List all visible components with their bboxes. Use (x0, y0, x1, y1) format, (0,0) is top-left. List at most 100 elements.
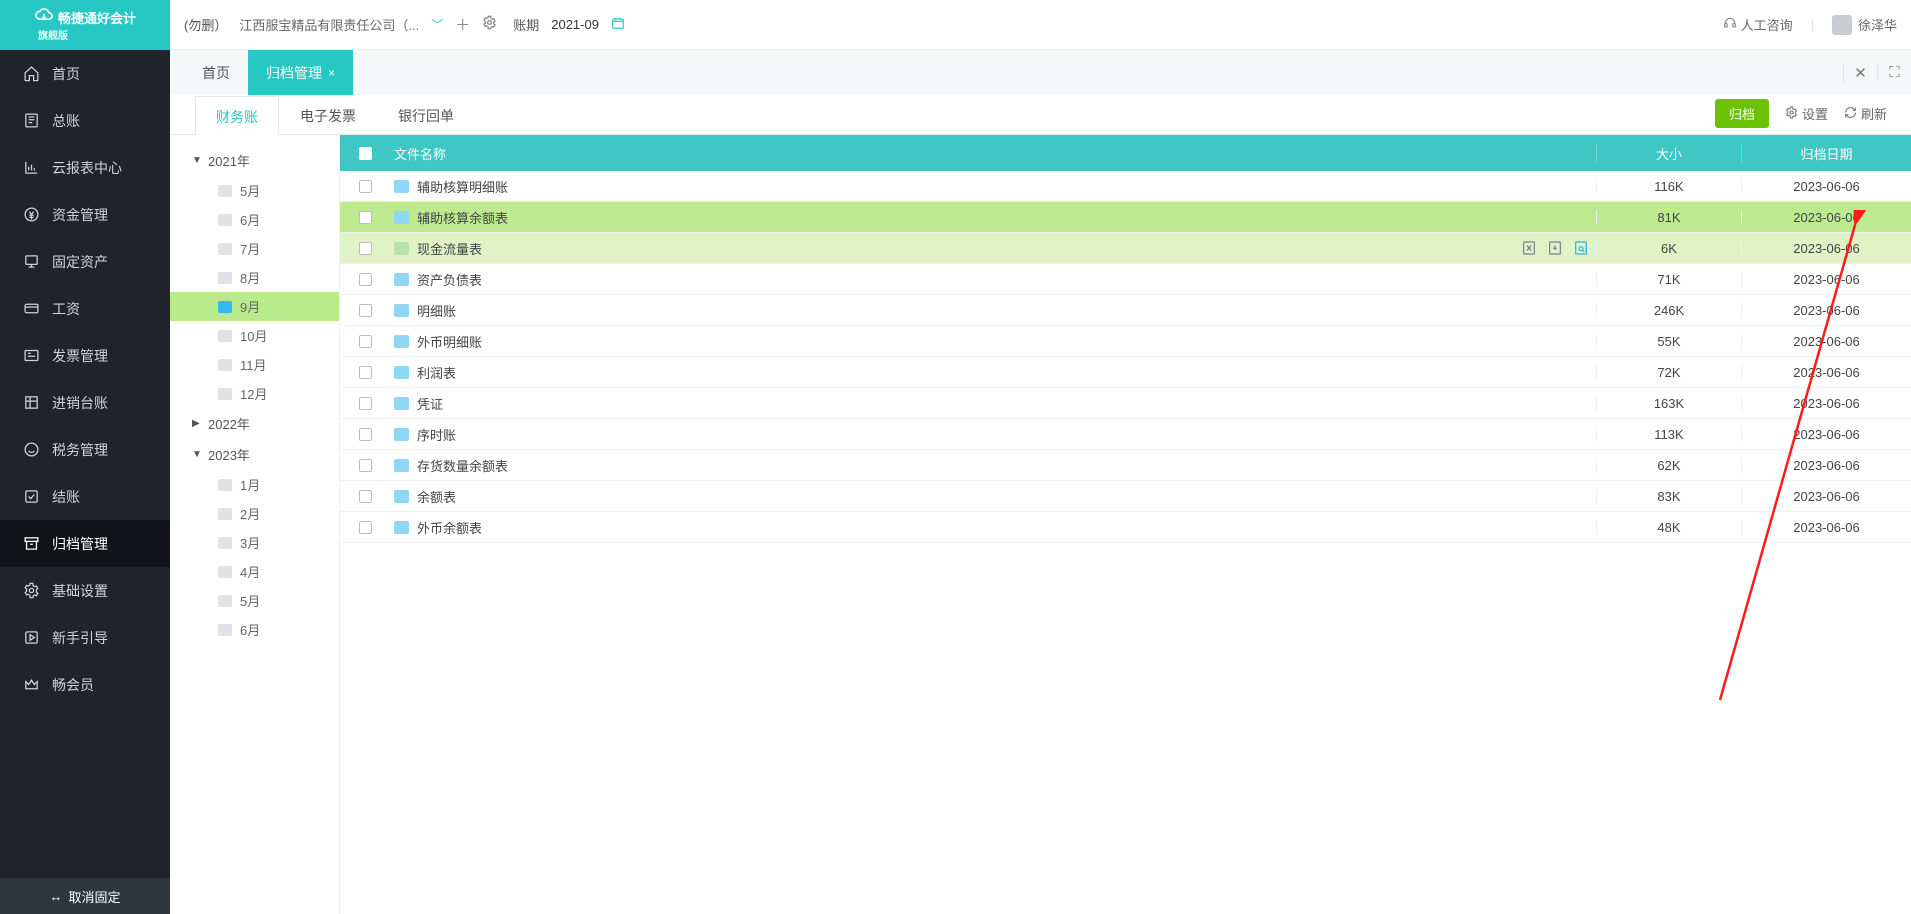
sidebar-item-archive[interactable]: 归档管理 (0, 520, 170, 567)
tree-year[interactable]: ▼2021年 (170, 145, 339, 176)
sidebar-item-label: 工资 (52, 299, 80, 319)
file-name: 外币明细账 (417, 332, 482, 351)
file-size: 81K (1596, 210, 1741, 225)
tree-month[interactable]: 3月 (170, 528, 339, 557)
settings-link[interactable]: 设置 (1785, 104, 1828, 123)
file-date: 2023-06-06 (1741, 241, 1911, 256)
table-row[interactable]: 外币明细账55K2023-06-06 (340, 326, 1911, 357)
tree-month[interactable]: 7月 (170, 234, 339, 263)
row-checkbox[interactable] (359, 459, 372, 472)
row-checkbox[interactable] (359, 242, 372, 255)
close-icon[interactable]: × (328, 66, 335, 80)
sidebar-item-invoice[interactable]: 发票管理 (0, 332, 170, 379)
asset-icon (22, 253, 40, 271)
tree-year[interactable]: ▼2023年 (170, 439, 339, 470)
refresh-link[interactable]: 刷新 (1844, 104, 1887, 123)
tree-month[interactable]: 1月 (170, 470, 339, 499)
table-row[interactable]: 凭证163K2023-06-06 (340, 388, 1911, 419)
tree-year[interactable]: ▶2022年 (170, 408, 339, 439)
file-size: 48K (1596, 520, 1741, 535)
tree-month[interactable]: 2月 (170, 499, 339, 528)
row-checkbox[interactable] (359, 397, 372, 410)
company-selector[interactable]: 江西服宝精品有限责任公司（... (239, 15, 419, 34)
table-row[interactable]: 序时账113K2023-06-06 (340, 419, 1911, 450)
folder-icon (218, 508, 232, 520)
subtab-电子发票[interactable]: 电子发票 (279, 95, 377, 134)
sidebar-item-vip[interactable]: 畅会员 (0, 661, 170, 708)
archive-button[interactable]: 归档 (1715, 99, 1769, 128)
pdf-download-icon[interactable] (1546, 239, 1564, 257)
chevron-down-icon: ▼ (192, 155, 202, 166)
user-menu[interactable]: 徐泽华 (1832, 15, 1897, 35)
folder-icon (218, 330, 232, 342)
tree-month[interactable]: 6月 (170, 615, 339, 644)
sidebar-item-chart[interactable]: 云报表中心 (0, 144, 170, 191)
folder-icon (394, 211, 409, 224)
row-checkbox[interactable] (359, 211, 372, 224)
table-row[interactable]: 余额表83K2023-06-06 (340, 481, 1911, 512)
table-row[interactable]: 明细账246K2023-06-06 (340, 295, 1911, 326)
tree-month[interactable]: 9月 (170, 292, 339, 321)
excel-download-icon[interactable] (1520, 239, 1538, 257)
sidebar-item-tax[interactable]: 税务管理 (0, 426, 170, 473)
sidebar-item-asset[interactable]: 固定资产 (0, 238, 170, 285)
pdf-view-icon[interactable] (1572, 239, 1590, 257)
tab-首页[interactable]: 首页 (184, 50, 248, 95)
folder-icon (218, 185, 232, 197)
unpin-sidebar-button[interactable]: ↔ 取消固定 (0, 878, 170, 914)
file-size: 62K (1596, 458, 1741, 473)
sidebar-item-close[interactable]: 结账 (0, 473, 170, 520)
subtab-财务账[interactable]: 财务账 (195, 96, 279, 135)
file-size: 246K (1596, 303, 1741, 318)
fullscreen-button[interactable]: ⛶ (1877, 64, 1911, 81)
table-row[interactable]: 辅助核算余额表81K2023-06-06 (340, 202, 1911, 233)
tree-month[interactable]: 8月 (170, 263, 339, 292)
row-checkbox[interactable] (359, 490, 372, 503)
tree-month[interactable]: 10月 (170, 321, 339, 350)
main-area: (勿删） 江西服宝精品有限责任公司（... ﹀ ＋ 账期 2021-09 人工咨… (170, 0, 1911, 914)
file-date: 2023-06-06 (1741, 210, 1911, 225)
support-link[interactable]: 人工咨询 (1723, 15, 1793, 34)
sidebar-item-inventory[interactable]: 进销台账 (0, 379, 170, 426)
close-panel-button[interactable]: ✕ (1843, 64, 1877, 82)
table-row[interactable]: 资产负债表71K2023-06-06 (340, 264, 1911, 295)
sidebar-item-label: 结账 (52, 487, 80, 507)
chevron-down-icon[interactable]: ﹀ (431, 16, 443, 33)
file-size: 6K (1596, 241, 1741, 256)
tree-month[interactable]: 4月 (170, 557, 339, 586)
table-row[interactable]: 现金流量表6K2023-06-06 (340, 233, 1911, 264)
subtab-银行回单[interactable]: 银行回单 (377, 95, 475, 134)
table-row[interactable]: 外币余额表48K2023-06-06 (340, 512, 1911, 543)
company-settings-button[interactable] (482, 15, 497, 34)
row-checkbox[interactable] (359, 521, 372, 534)
ledger-icon (22, 112, 40, 130)
tab-归档管理[interactable]: 归档管理× (248, 50, 353, 95)
file-table: 文件名称 大小 归档日期 辅助核算明细账116K2023-06-06辅助核算余额… (340, 135, 1911, 914)
file-date: 2023-06-06 (1741, 365, 1911, 380)
tree-month[interactable]: 5月 (170, 586, 339, 615)
select-all-checkbox[interactable] (359, 147, 372, 160)
sidebar-item-salary[interactable]: 工资 (0, 285, 170, 332)
tree-month[interactable]: 12月 (170, 379, 339, 408)
file-date: 2023-06-06 (1741, 396, 1911, 411)
table-row[interactable]: 辅助核算明细账116K2023-06-06 (340, 171, 1911, 202)
sidebar-item-money[interactable]: 资金管理 (0, 191, 170, 238)
tree-month[interactable]: 6月 (170, 205, 339, 234)
tree-month[interactable]: 11月 (170, 350, 339, 379)
sidebar-item-gear[interactable]: 基础设置 (0, 567, 170, 614)
row-checkbox[interactable] (359, 304, 372, 317)
tree-month[interactable]: 5月 (170, 176, 339, 205)
add-company-button[interactable]: ＋ (455, 14, 470, 35)
table-row[interactable]: 存货数量余额表62K2023-06-06 (340, 450, 1911, 481)
row-checkbox[interactable] (359, 366, 372, 379)
sidebar-item-home[interactable]: 首页 (0, 50, 170, 97)
calendar-icon[interactable] (611, 16, 625, 33)
table-row[interactable]: 利润表72K2023-06-06 (340, 357, 1911, 388)
sidebar-item-guide[interactable]: 新手引导 (0, 614, 170, 661)
row-checkbox[interactable] (359, 428, 372, 441)
row-checkbox[interactable] (359, 335, 372, 348)
sidebar-item-ledger[interactable]: 总账 (0, 97, 170, 144)
period-value[interactable]: 2021-09 (551, 17, 599, 32)
row-checkbox[interactable] (359, 273, 372, 286)
row-checkbox[interactable] (359, 180, 372, 193)
